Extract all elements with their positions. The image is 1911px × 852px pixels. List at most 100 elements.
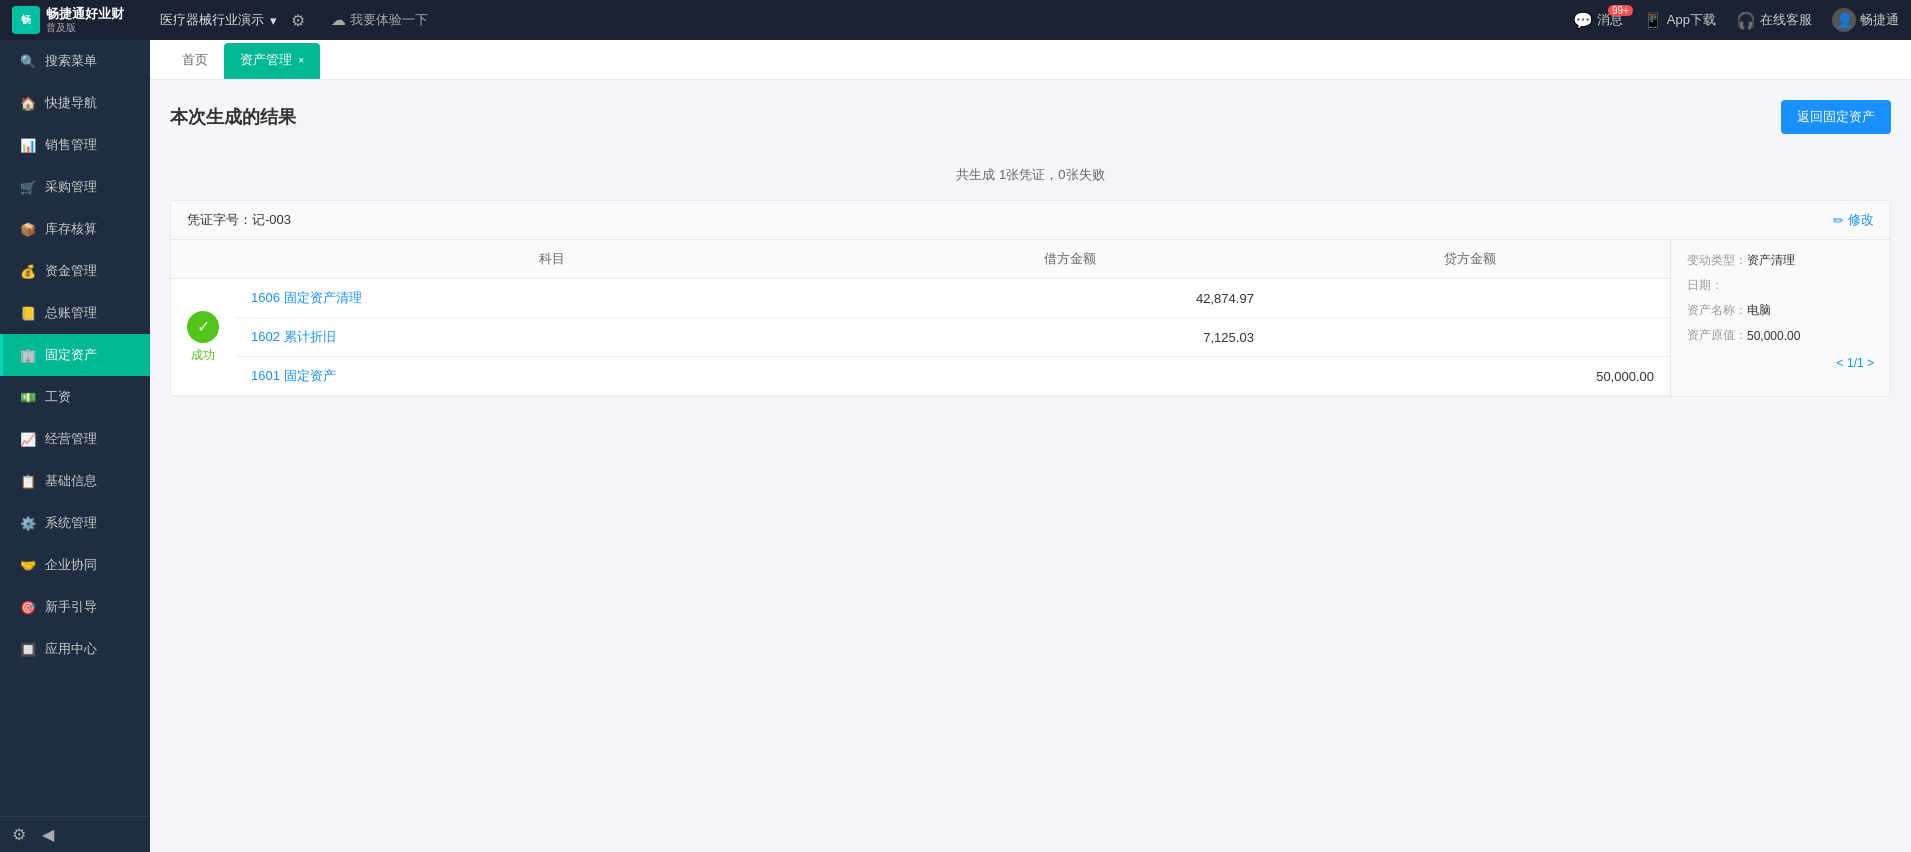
system-icon: ⚙️ <box>19 514 37 532</box>
voucher-table: 科目 借方金额 贷方金额 ✓ 成功 <box>171 240 1670 396</box>
home-icon: 🏠 <box>19 94 37 112</box>
fixed-assets-icon: 🏢 <box>19 346 37 364</box>
page-title: 本次生成的结果 <box>170 105 296 129</box>
sidebar-item-operations[interactable]: 📈 经营管理 <box>0 418 150 460</box>
sidebar: 🔍 搜索菜单 🏠 快捷导航 📊 销售管理 🛒 采购管理 📦 库存核 <box>0 40 150 852</box>
row3-debit <box>870 357 1270 396</box>
row1-debit: 42,874.97 <box>870 279 1270 318</box>
row3-subject: 1601 固定资产 <box>235 357 870 396</box>
table-row: 1601 固定资产 50,000.00 <box>171 357 1670 396</box>
row2-debit: 7,125.03 <box>870 318 1270 357</box>
return-button[interactable]: 返回固定资产 <box>1781 100 1891 134</box>
funds-icon: 💰 <box>19 262 37 280</box>
collab-icon: 🤝 <box>19 556 37 574</box>
voucher-section: 凭证字号：记-003 ✏ 修改 科目 借方金额 <box>170 200 1891 397</box>
search-icon: 🔍 <box>19 52 37 70</box>
sidebar-item-payroll[interactable]: 💵 工资 <box>0 376 150 418</box>
dropdown-icon: ▾ <box>270 13 277 28</box>
result-summary: 共生成 1张凭证，0张失败 <box>170 150 1891 200</box>
sidebar-item-purchase[interactable]: 🛒 采购管理 <box>0 166 150 208</box>
logo: 畅 畅捷通好业财 普及版 <box>12 6 142 34</box>
edit-icon: ✏ <box>1833 213 1844 228</box>
sidebar-item-ledger[interactable]: 📒 总账管理 <box>0 292 150 334</box>
sidebar-scroll-wrap: 🔍 搜索菜单 🏠 快捷导航 📊 销售管理 🛒 采购管理 📦 库存核 <box>0 40 150 816</box>
voucher-right-panel: 变动类型： 资产清理 日期： 资产名称： 电脑 资产原值： <box>1670 240 1890 396</box>
sidebar-item-sales[interactable]: 📊 销售管理 <box>0 124 150 166</box>
basic-info-icon: 📋 <box>19 472 37 490</box>
message-button[interactable]: 💬 消息 99+ <box>1573 11 1623 30</box>
sidebar-item-system[interactable]: ⚙️ 系统管理 <box>0 502 150 544</box>
sidebar-bottom: ⚙ ◀ <box>0 816 150 852</box>
page-header: 本次生成的结果 返回固定资产 <box>170 100 1891 134</box>
cloud-icon: ☁ <box>331 11 346 29</box>
success-icon: ✓ <box>187 311 219 343</box>
sales-icon: 📊 <box>19 136 37 154</box>
pagination-nav[interactable]: < 1/1 > <box>1687 356 1874 370</box>
change-type-value: 资产清理 <box>1747 252 1795 269</box>
col-debit: 借方金额 <box>870 240 1270 279</box>
success-label: 成功 <box>187 347 219 364</box>
logo-icon: 畅 <box>12 6 40 34</box>
date-row: 日期： <box>1687 277 1874 294</box>
asset-name-row: 资产名称： 电脑 <box>1687 302 1874 319</box>
tab-close-button[interactable]: × <box>298 54 304 66</box>
date-label: 日期： <box>1687 277 1747 294</box>
page-indicator: 1/1 <box>1847 356 1867 370</box>
asset-value-label: 资产原值： <box>1687 327 1747 344</box>
voucher-header: 凭证字号：记-003 ✏ 修改 <box>171 201 1890 240</box>
main-layout: 🔍 搜索菜单 🏠 快捷导航 📊 销售管理 🛒 采购管理 📦 库存核 <box>0 40 1911 852</box>
row2-subject: 1602 累计折旧 <box>235 318 870 357</box>
app-download-button[interactable]: 📱 App下载 <box>1643 11 1716 30</box>
try-button[interactable]: ☁ 我要体验一下 <box>331 11 428 29</box>
table-row: 1602 累计折旧 7,125.03 <box>171 318 1670 357</box>
change-type-row: 变动类型： 资产清理 <box>1687 252 1874 269</box>
asset-value-row: 资产原值： 50,000.00 <box>1687 327 1874 344</box>
sidebar-item-funds[interactable]: 💰 资金管理 <box>0 250 150 292</box>
asset-name-label: 资产名称： <box>1687 302 1747 319</box>
sidebar-item-fixed-assets[interactable]: 🏢 固定资产 <box>0 334 150 376</box>
sidebar-item-search[interactable]: 🔍 搜索菜单 <box>0 40 150 82</box>
message-icon: 💬 <box>1573 11 1593 30</box>
row2-credit <box>1270 318 1670 357</box>
download-icon: 📱 <box>1643 11 1663 30</box>
operations-icon: 📈 <box>19 430 37 448</box>
asset-name-value: 电脑 <box>1747 302 1771 319</box>
avatar: 👤 <box>1832 8 1856 32</box>
company-selector[interactable]: 医疗器械行业演示 ▾ <box>160 11 277 29</box>
payroll-icon: 💵 <box>19 388 37 406</box>
tab-home[interactable]: 首页 <box>166 43 224 79</box>
tab-asset-management[interactable]: 资产管理 × <box>224 43 320 79</box>
sidebar-item-guide[interactable]: 🎯 新手引导 <box>0 586 150 628</box>
voucher-number: 凭证字号：记-003 <box>187 211 291 229</box>
app-center-icon: 🔲 <box>19 640 37 658</box>
collapse-icon[interactable]: ◀ <box>42 825 54 844</box>
inventory-icon: 📦 <box>19 220 37 238</box>
col-credit: 贷方金额 <box>1270 240 1670 279</box>
online-service-button[interactable]: 🎧 在线客服 <box>1736 11 1812 30</box>
sidebar-item-quick-nav[interactable]: 🏠 快捷导航 <box>0 82 150 124</box>
edit-button[interactable]: ✏ 修改 <box>1833 211 1874 229</box>
sidebar-item-company-collab[interactable]: 🤝 企业协同 <box>0 544 150 586</box>
sidebar-nav: 🔍 搜索菜单 🏠 快捷导航 📊 销售管理 🛒 采购管理 📦 库存核 <box>0 40 150 816</box>
tab-bar: 首页 资产管理 × <box>150 40 1911 80</box>
prev-icon[interactable]: < <box>1837 356 1844 370</box>
page-content: 本次生成的结果 返回固定资产 共生成 1张凭证，0张失败 凭证字号：记-003 … <box>150 80 1911 852</box>
top-bar-right: 💬 消息 99+ 📱 App下载 🎧 在线客服 👤 畅捷通 <box>1573 8 1899 32</box>
row1-subject: 1606 固定资产清理 <box>235 279 870 318</box>
col-subject: 科目 <box>235 240 870 279</box>
sidebar-item-app-center[interactable]: 🔲 应用中心 <box>0 628 150 670</box>
sidebar-item-inventory[interactable]: 📦 库存核算 <box>0 208 150 250</box>
row3-credit: 50,000.00 <box>1270 357 1670 396</box>
ledger-icon: 📒 <box>19 304 37 322</box>
purchase-icon: 🛒 <box>19 178 37 196</box>
table-row: ✓ 成功 1606 固定资产清理 42,874.97 <box>171 279 1670 318</box>
voucher-content-wrap: 科目 借方金额 贷方金额 ✓ 成功 <box>171 240 1890 396</box>
settings-icon[interactable]: ⚙ <box>291 11 305 30</box>
logo-text: 畅捷通好业财 普及版 <box>46 6 124 34</box>
user-menu[interactable]: 👤 畅捷通 <box>1832 8 1899 32</box>
change-type-label: 变动类型： <box>1687 252 1747 269</box>
sidebar-item-basic-info[interactable]: 📋 基础信息 <box>0 460 150 502</box>
settings-bottom-icon[interactable]: ⚙ <box>12 825 26 844</box>
asset-value-value: 50,000.00 <box>1747 329 1800 343</box>
next-icon[interactable]: > <box>1867 356 1874 370</box>
